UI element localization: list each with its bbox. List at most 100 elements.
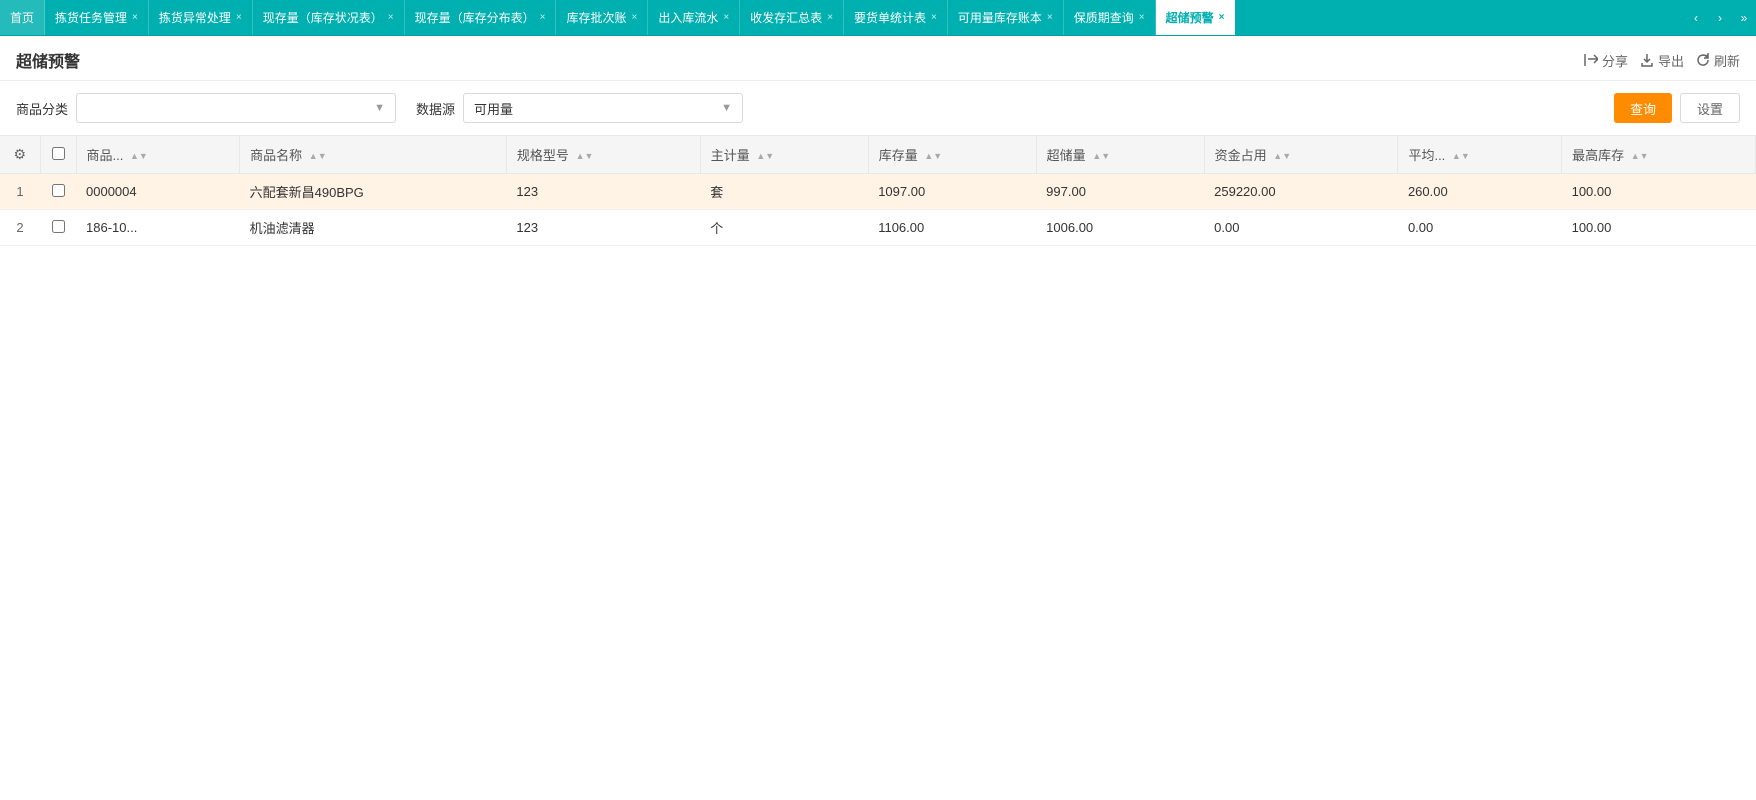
nav-item-abnormal[interactable]: 拣货异常处理 × (149, 0, 253, 35)
sort-icon[interactable]: ▲▼ (130, 152, 148, 161)
sort-icon[interactable]: ▲▼ (756, 152, 774, 161)
table-header-row: ⚙ 商品... ▲▼ 商品名称 ▲▼ 规格型号 ▲▼ (0, 136, 1756, 174)
cell-unit: 套 (700, 174, 868, 210)
refresh-icon (1696, 53, 1710, 67)
cell-product-name: 六配套新昌490BPG (240, 174, 507, 210)
cell-product-code: 0000004 (76, 174, 240, 210)
col-stock: 库存量 ▲▼ (868, 136, 1036, 174)
datasource-value: 可用量 (474, 99, 513, 118)
nav-prev-button[interactable]: ‹ (1684, 0, 1708, 36)
cell-avg: 260.00 (1398, 174, 1562, 210)
overstock-table: ⚙ 商品... ▲▼ 商品名称 ▲▼ 规格型号 ▲▼ (0, 135, 1756, 246)
cell-unit: 个 (700, 210, 868, 246)
close-icon[interactable]: × (1139, 12, 1145, 23)
close-icon[interactable]: × (631, 12, 637, 23)
datasource-label: 数据源 (416, 99, 455, 118)
col-max-stock: 最高库存 ▲▼ (1562, 136, 1756, 174)
nav-item-task[interactable]: 拣货任务管理 × (45, 0, 149, 35)
cell-max-stock: 100.00 (1562, 210, 1756, 246)
top-navigation: 首页 拣货任务管理 × 拣货异常处理 × 现存量（库存状况表） × 现存量（库存… (0, 0, 1756, 36)
nav-item-overstock[interactable]: 超储预警 × (1156, 0, 1236, 35)
category-filter-group: 商品分类 ▼ (16, 93, 396, 123)
share-icon (1584, 53, 1598, 67)
nav-item-order-stats[interactable]: 要货单统计表 × (844, 0, 948, 35)
col-unit: 主计量 ▲▼ (700, 136, 868, 174)
sort-icon[interactable]: ▲▼ (1452, 152, 1470, 161)
settings-button[interactable]: 设置 (1680, 93, 1740, 123)
nav-item-expiry[interactable]: 保质期查询 × (1064, 0, 1156, 35)
cell-product-code: 186-10... (76, 210, 240, 246)
close-icon[interactable]: × (931, 12, 937, 23)
close-icon[interactable]: × (1047, 12, 1053, 23)
sort-icon[interactable]: ▲▼ (576, 152, 594, 161)
cell-spec: 123 (506, 174, 700, 210)
row-number: 2 (0, 210, 40, 246)
close-icon[interactable]: × (388, 12, 394, 23)
sort-icon[interactable]: ▲▼ (924, 152, 942, 161)
row-checkbox-cell (40, 210, 76, 246)
checkbox-header (40, 136, 76, 174)
nav-item-batch[interactable]: 库存批次账 × (556, 0, 648, 35)
share-button[interactable]: 分享 (1584, 51, 1628, 70)
query-button[interactable]: 查询 (1614, 93, 1672, 123)
row-checkbox-cell (40, 174, 76, 210)
page-title: 超储预警 (16, 48, 80, 72)
category-select[interactable]: ▼ (76, 93, 396, 123)
close-icon[interactable]: × (1219, 12, 1225, 23)
nav-item-home[interactable]: 首页 (0, 0, 45, 35)
close-icon[interactable]: × (827, 12, 833, 23)
cell-spec: 123 (506, 210, 700, 246)
nav-item-available[interactable]: 可用量库存账本 × (948, 0, 1064, 35)
export-icon (1640, 53, 1654, 67)
datasource-select[interactable]: 可用量 ▼ (463, 93, 743, 123)
filter-actions: 查询 设置 (1614, 93, 1740, 123)
category-label: 商品分类 (16, 99, 68, 118)
nav-item-stock-dist[interactable]: 现存量（库存分布表） × (405, 0, 557, 35)
filter-bar: 商品分类 ▼ 数据源 可用量 ▼ 查询 设置 (0, 81, 1756, 135)
close-icon[interactable]: × (132, 12, 138, 23)
cell-stock: 1097.00 (868, 174, 1036, 210)
page-header: 超储预警 分享 导出 刷新 (0, 36, 1756, 81)
gear-header: ⚙ (0, 136, 40, 174)
settings-gear-icon[interactable]: ⚙ (13, 146, 26, 162)
close-icon[interactable]: × (540, 12, 546, 23)
datasource-filter-group: 数据源 可用量 ▼ (416, 93, 743, 123)
nav-next-button[interactable]: › (1708, 0, 1732, 36)
sort-icon[interactable]: ▲▼ (309, 152, 327, 161)
sort-icon[interactable]: ▲▼ (1631, 152, 1649, 161)
close-icon[interactable]: × (236, 12, 242, 23)
col-product-name: 商品名称 ▲▼ (240, 136, 507, 174)
nav-item-stock-status[interactable]: 现存量（库存状况表） × (253, 0, 405, 35)
sort-icon[interactable]: ▲▼ (1092, 152, 1110, 161)
cell-product-name: 机油滤清器 (240, 210, 507, 246)
cell-max-stock: 100.00 (1562, 174, 1756, 210)
close-icon[interactable]: × (723, 12, 729, 23)
row-checkbox[interactable] (52, 184, 65, 197)
col-capital: 资金占用 ▲▼ (1204, 136, 1398, 174)
chevron-down-icon: ▼ (721, 102, 732, 114)
nav-arrows: ‹ › » (1684, 0, 1756, 36)
cell-stock: 1106.00 (868, 210, 1036, 246)
cell-overstock: 997.00 (1036, 174, 1204, 210)
nav-item-summary[interactable]: 收发存汇总表 × (740, 0, 844, 35)
cell-capital: 0.00 (1204, 210, 1398, 246)
col-spec: 规格型号 ▲▼ (506, 136, 700, 174)
sort-icon[interactable]: ▲▼ (1273, 152, 1291, 161)
col-avg: 平均... ▲▼ (1398, 136, 1562, 174)
row-number: 1 (0, 174, 40, 210)
row-checkbox[interactable] (52, 220, 65, 233)
cell-capital: 259220.00 (1204, 174, 1398, 210)
nav-item-flow[interactable]: 出入库流水 × (648, 0, 740, 35)
col-overstock: 超储量 ▲▼ (1036, 136, 1204, 174)
refresh-button[interactable]: 刷新 (1696, 51, 1740, 70)
table-row: 1 0000004 六配套新昌490BPG 123 套 1097.00 997.… (0, 174, 1756, 210)
data-table-container: ⚙ 商品... ▲▼ 商品名称 ▲▼ 规格型号 ▲▼ (0, 135, 1756, 246)
page-actions: 分享 导出 刷新 (1584, 51, 1740, 70)
cell-avg: 0.00 (1398, 210, 1562, 246)
page-content: 超储预警 分享 导出 刷新 商品 (0, 36, 1756, 800)
nav-expand-button[interactable]: » (1732, 0, 1756, 36)
export-button[interactable]: 导出 (1640, 51, 1684, 70)
select-all-checkbox[interactable] (52, 147, 65, 160)
col-product-code: 商品... ▲▼ (76, 136, 240, 174)
table-row: 2 186-10... 机油滤清器 123 个 1106.00 1006.00 … (0, 210, 1756, 246)
